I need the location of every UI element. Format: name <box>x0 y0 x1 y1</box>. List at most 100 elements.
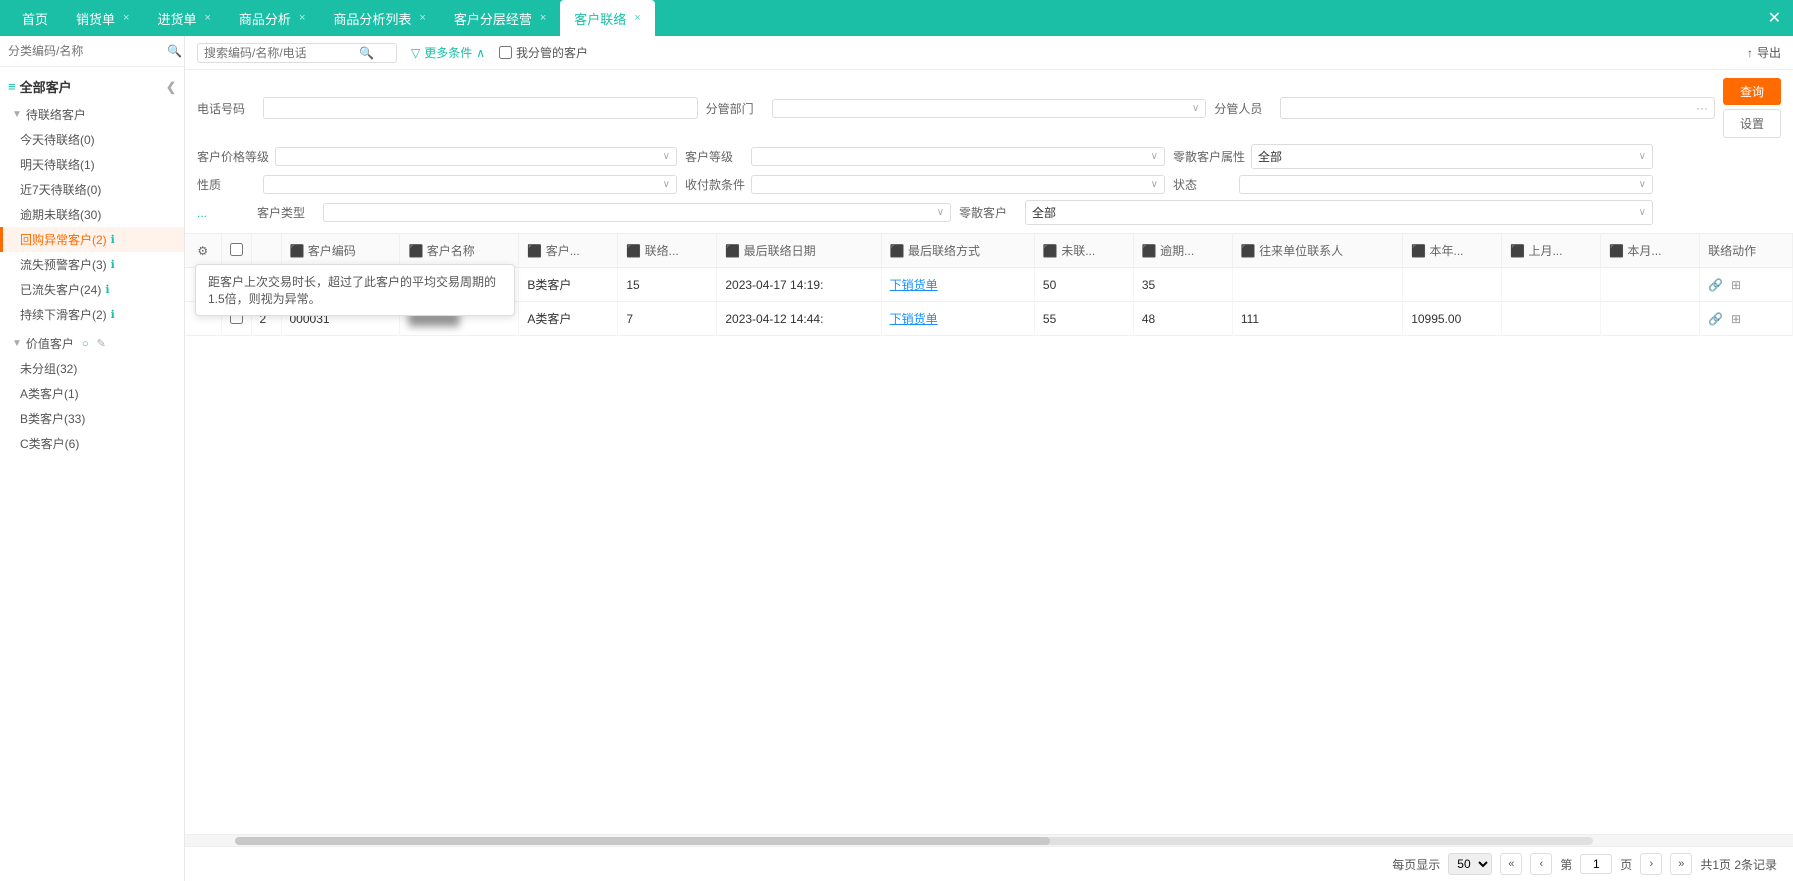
filter-payment-select[interactable]: ∨ <box>751 175 1165 194</box>
more-conditions-button[interactable]: ▽ 更多条件 ∧ <box>405 42 491 63</box>
nav-tab-home[interactable]: 首页 <box>8 0 62 36</box>
last-page-button[interactable]: » <box>1670 853 1692 875</box>
row1-type: B类客户 <box>519 268 618 302</box>
close-sales-icon[interactable]: × <box>123 12 129 24</box>
col-code[interactable]: ⬛ 客户编码 <box>281 234 400 268</box>
col-type[interactable]: ⬛ 客户... <box>519 234 618 268</box>
close-all-button[interactable]: ✕ <box>1768 8 1781 28</box>
filter-customer-type-label: 客户类型 <box>257 204 317 221</box>
lost-risk-info-icon: ℹ <box>111 258 115 271</box>
query-button[interactable]: 查询 <box>1723 78 1781 105</box>
filter-person: 分管人员 ··· <box>1214 97 1715 119</box>
sidebar-item-overdue[interactable]: 逾期未联络(30) <box>0 202 184 227</box>
col-overdue[interactable]: ⬛ 逾期... <box>1133 234 1232 268</box>
col-last-month[interactable]: ⬛ 上月... <box>1502 234 1601 268</box>
row1-contact: 15 <box>618 268 717 302</box>
filter-phone-input[interactable] <box>263 97 698 119</box>
nav-tab-sales[interactable]: 销货单 × <box>62 0 143 36</box>
row1-method[interactable]: 下销货单 <box>881 268 1034 302</box>
row1-grid-icon[interactable]: ⊞ <box>1731 278 1741 292</box>
col-contact[interactable]: ⬛ 联络... <box>618 234 717 268</box>
col-name[interactable]: ⬛ 客户名称 <box>400 234 519 268</box>
sidebar-search-icon[interactable]: 🔍 <box>167 44 182 58</box>
all-customers-title[interactable]: ≡ 全部客户 ❮ <box>0 71 184 102</box>
filter-price-grade: 客户价格等级 ∨ <box>197 147 677 166</box>
sidebar-item-repurchase-abnormal[interactable]: 回购异常客户(2) ℹ <box>0 227 184 252</box>
filter-icon: ▽ <box>411 46 420 60</box>
filter-price-grade-select[interactable]: ∨ <box>275 147 677 166</box>
close-purchase-icon[interactable]: × <box>204 12 210 24</box>
col-unreached[interactable]: ⬛ 未联... <box>1034 234 1133 268</box>
row1-link-icon[interactable]: 🔗 <box>1708 278 1723 292</box>
sidebar-item-today[interactable]: 今天待联络(0) <box>0 127 184 152</box>
filter-retail-attr-select[interactable]: 全部 ∨ <box>1251 144 1653 169</box>
nav-tab-customer-contact[interactable]: 客户联络 × <box>560 0 654 36</box>
settings-icon[interactable]: ⚙ <box>197 244 208 258</box>
close-product-list-icon[interactable]: × <box>419 12 425 24</box>
filter-status: 状态 ∨ <box>1173 175 1653 194</box>
pending-contact-group[interactable]: ▼ 待联络客户 <box>0 102 184 127</box>
per-page-select[interactable]: 50 <box>1448 853 1492 875</box>
sidebar-item-b-class[interactable]: B类客户(33) <box>0 406 184 431</box>
sidebar-tree: ≡ 全部客户 ❮ ▼ 待联络客户 今天待联络(0) 明天待联络(1) 近7天待联… <box>0 67 184 881</box>
sidebar-item-a-class[interactable]: A类客户(1) <box>0 381 184 406</box>
filter-area: 电话号码 分管部门 ∨ 分管人员 ··· <box>185 70 1793 234</box>
col-unit-contact[interactable]: ⬛ 往来单位联系人 <box>1232 234 1402 268</box>
filter-customer-grade-select[interactable]: ∨ <box>751 147 1165 166</box>
scroll-thumb[interactable] <box>235 837 1050 845</box>
row2-link-icon[interactable]: 🔗 <box>1708 312 1723 326</box>
nav-tab-product-analysis[interactable]: 商品分析 × <box>225 0 319 36</box>
more-filter-btn[interactable]: ... <box>197 206 207 220</box>
row2-method-link[interactable]: 下销货单 <box>890 312 938 326</box>
close-customer-tier-icon[interactable]: × <box>540 12 546 24</box>
filter-retail-customer-select[interactable]: 全部 ∨ <box>1025 200 1653 225</box>
sidebar-item-7days[interactable]: 近7天待联络(0) <box>0 177 184 202</box>
sidebar-item-c-class[interactable]: C类客户(6) <box>0 431 184 456</box>
filter-status-select[interactable]: ∨ <box>1239 175 1653 194</box>
export-button[interactable]: ↑ 导出 <box>1747 44 1781 61</box>
payment-arrow: ∨ <box>1151 179 1158 190</box>
row2-method[interactable]: 下销货单 <box>881 302 1034 336</box>
filter-customer-type-select[interactable]: ∨ <box>323 203 951 222</box>
sidebar-item-already-lost[interactable]: 已流失客户(24) ℹ <box>0 277 184 302</box>
row1-unreached: 50 <box>1034 268 1133 302</box>
next-page-button[interactable]: › <box>1640 853 1662 875</box>
nav-tab-product-list[interactable]: 商品分析列表 × <box>319 0 439 36</box>
col-last-contact-date[interactable]: ⬛ 最后联络日期 <box>717 234 881 268</box>
filter-nature-select[interactable]: ∨ <box>263 175 677 194</box>
col-settings[interactable]: ⚙ <box>185 234 221 268</box>
col-last-contact-method[interactable]: ⬛ 最后联络方式 <box>881 234 1034 268</box>
horizontal-scrollbar[interactable] <box>185 834 1793 846</box>
nav-tab-customer-tier[interactable]: 客户分层经营 × <box>440 0 560 36</box>
my-customer-checkbox[interactable] <box>499 46 512 59</box>
search-icon[interactable]: 🔍 <box>359 46 374 60</box>
sidebar-item-continuous-decline[interactable]: 持续下滑客户(2) ℹ <box>0 302 184 327</box>
filter-person-select[interactable]: ··· <box>1280 97 1715 119</box>
close-product-analysis-icon[interactable]: × <box>299 12 305 24</box>
close-customer-contact-icon[interactable]: × <box>634 12 640 24</box>
sidebar-item-tomorrow[interactable]: 明天待联络(1) <box>0 152 184 177</box>
col-this-month[interactable]: ⬛ 本月... <box>1601 234 1700 268</box>
row2-contact: 7 <box>618 302 717 336</box>
sidebar-item-ungroup[interactable]: 未分组(32) <box>0 356 184 381</box>
filter-person-label: 分管人员 <box>1214 100 1274 117</box>
col-this-year[interactable]: ⬛ 本年... <box>1403 234 1502 268</box>
nav-tab-purchase[interactable]: 进货单 × <box>143 0 224 36</box>
my-customer-checkbox-container: 我分管的客户 <box>499 44 588 61</box>
row2-grid-icon[interactable]: ⊞ <box>1731 312 1741 326</box>
prev-page-button[interactable]: ‹ <box>1530 853 1552 875</box>
tooltip: 距客户上次交易时长，超过了此客户的平均交易周期的1.5倍，则视为异常。 <box>195 264 515 316</box>
select-all-checkbox[interactable] <box>230 243 243 256</box>
settings-button[interactable]: 设置 <box>1723 109 1781 138</box>
sort-this-month-icon: ⬛ <box>1609 244 1624 258</box>
sidebar-search-input[interactable] <box>8 44 163 58</box>
retail-attr-arrow: ∨ <box>1639 151 1646 162</box>
filter-dept-select[interactable]: ∨ <box>772 99 1207 118</box>
page-input[interactable] <box>1580 854 1612 874</box>
row1-method-link[interactable]: 下销货单 <box>890 278 938 292</box>
first-page-button[interactable]: « <box>1500 853 1522 875</box>
value-edit-icon[interactable]: ✎ <box>97 337 106 350</box>
value-customer-group[interactable]: ▼ 价值客户 ○ ✎ <box>0 331 184 356</box>
sidebar-item-lost-risk[interactable]: 流失预警客户(3) ℹ <box>0 252 184 277</box>
search-input[interactable] <box>204 46 359 60</box>
